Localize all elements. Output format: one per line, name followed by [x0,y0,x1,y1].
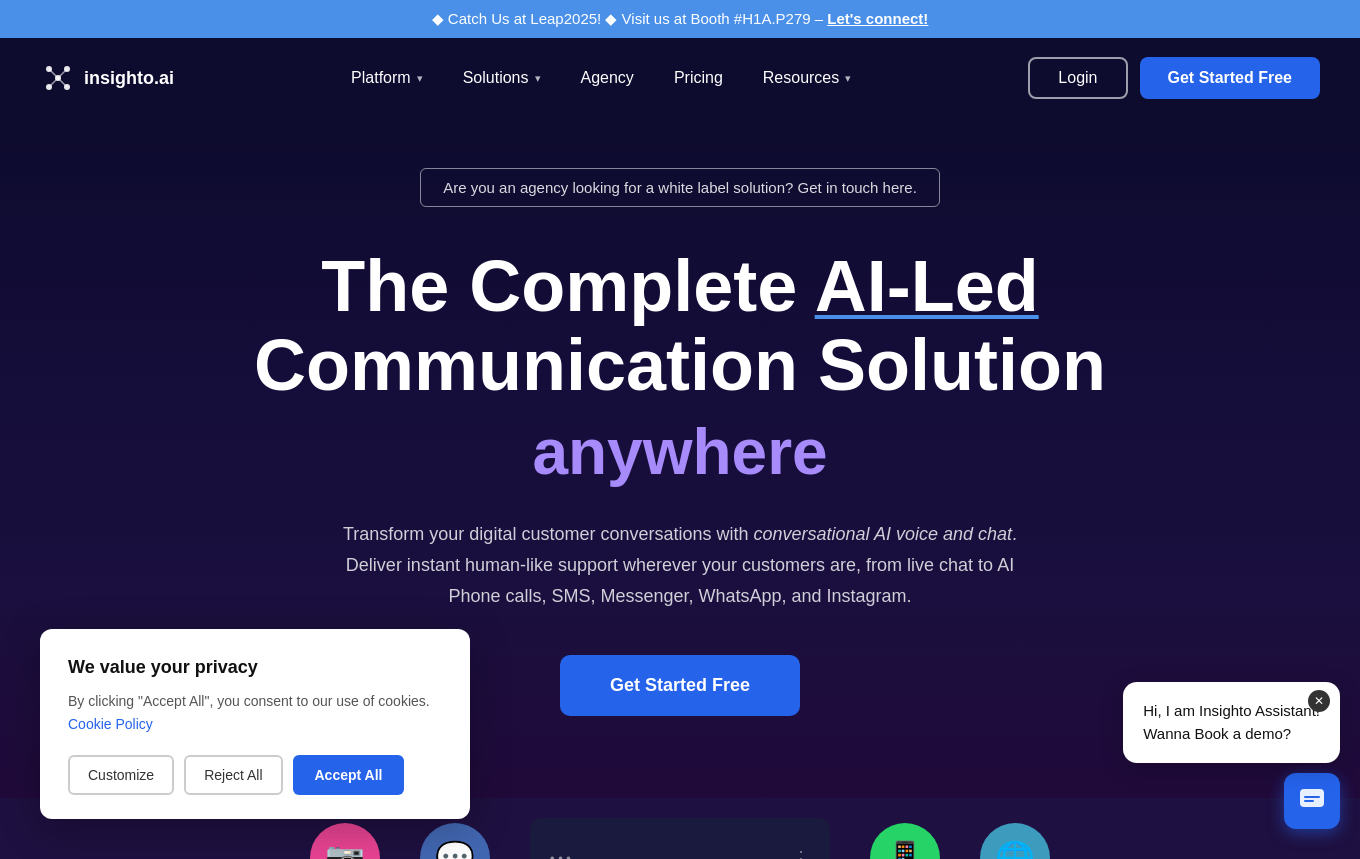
login-button[interactable]: Login [1028,57,1127,99]
chat-bubble-line2: Wanna Book a demo? [1143,723,1320,746]
chat-widget: ✕ Hi, I am Insighto Assistant! Wanna Boo… [1123,682,1340,829]
logo-text: insighto.ai [84,68,174,89]
hero-ai-led: AI-Led [815,246,1039,326]
hero-desc-before: Transform your digital customer conversa… [343,524,753,544]
reject-all-button[interactable]: Reject All [184,755,282,795]
chat-bubble: ✕ Hi, I am Insighto Assistant! Wanna Boo… [1123,682,1340,763]
chat-preview-more-icon: ⋮ [792,847,810,859]
nav-item-agency[interactable]: Agency [565,61,650,95]
hero-description: Transform your digital customer conversa… [320,519,1040,611]
agency-badge[interactable]: Are you an agency looking for a white la… [420,168,940,207]
chat-preview-bar: • • • ⋮ [530,818,830,859]
cookie-description: By clicking "Accept All", you consent to… [68,690,442,735]
nav-item-resources[interactable]: Resources ▾ [747,61,867,95]
cookie-desc-text: By clicking "Accept All", you consent to… [68,693,430,709]
globe-icon: 🌐 [980,823,1050,859]
chevron-down-icon: ▾ [845,72,851,85]
nav-item-solutions[interactable]: Solutions ▾ [447,61,557,95]
chat-open-button[interactable] [1284,773,1340,829]
nav-actions: Login Get Started Free [1028,57,1320,99]
chevron-down-icon: ▾ [535,72,541,85]
logo-icon [40,60,76,96]
hero-title-line2: Communication Solution [254,325,1106,405]
announcement-text: ◆ Catch Us at Leap2025! ◆ Visit us at Bo… [432,10,828,27]
announcement-bar: ◆ Catch Us at Leap2025! ◆ Visit us at Bo… [0,0,1360,38]
svg-line-7 [49,78,58,87]
chat-preview-dots: • • • [550,851,571,860]
nav-links: Platform ▾ Solutions ▾ Agency Pricing Re… [335,61,867,95]
instagram-icon: 📷 [310,823,380,859]
cookie-policy-link[interactable]: Cookie Policy [68,716,153,732]
nav-item-pricing[interactable]: Pricing [658,61,739,95]
chat-bubble-close-button[interactable]: ✕ [1308,690,1330,712]
navbar: insighto.ai Platform ▾ Solutions ▾ Agenc… [0,38,1360,118]
get-started-nav-button[interactable]: Get Started Free [1140,57,1320,99]
cookie-title: We value your privacy [68,657,442,678]
customize-button[interactable]: Customize [68,755,174,795]
nav-item-platform[interactable]: Platform ▾ [335,61,439,95]
chat-icon [1298,787,1326,815]
chevron-down-icon: ▾ [417,72,423,85]
cookie-banner: We value your privacy By clicking "Accep… [40,629,470,819]
chat-bubble-line1: Hi, I am Insighto Assistant! [1143,700,1320,723]
hero-title: The Complete AI-Led Communication Soluti… [254,247,1106,405]
announcement-link[interactable]: Let's connect! [827,10,928,27]
hero-subtitle-anywhere: anywhere [532,415,827,489]
whatsapp-icon: 📱 [870,823,940,859]
svg-line-6 [58,69,67,78]
get-started-hero-button[interactable]: Get Started Free [560,655,800,716]
hero-desc-italic: conversational AI voice and chat [753,524,1012,544]
svg-rect-11 [1304,800,1314,802]
svg-rect-10 [1304,796,1320,798]
accept-all-button[interactable]: Accept All [293,755,405,795]
cookie-actions: Customize Reject All Accept All [68,755,442,795]
logo[interactable]: insighto.ai [40,60,174,96]
svg-line-8 [58,78,67,87]
messenger-icon: 💬 [420,823,490,859]
svg-line-5 [49,69,58,78]
hero-title-line1: The Complete AI-Led [321,246,1038,326]
